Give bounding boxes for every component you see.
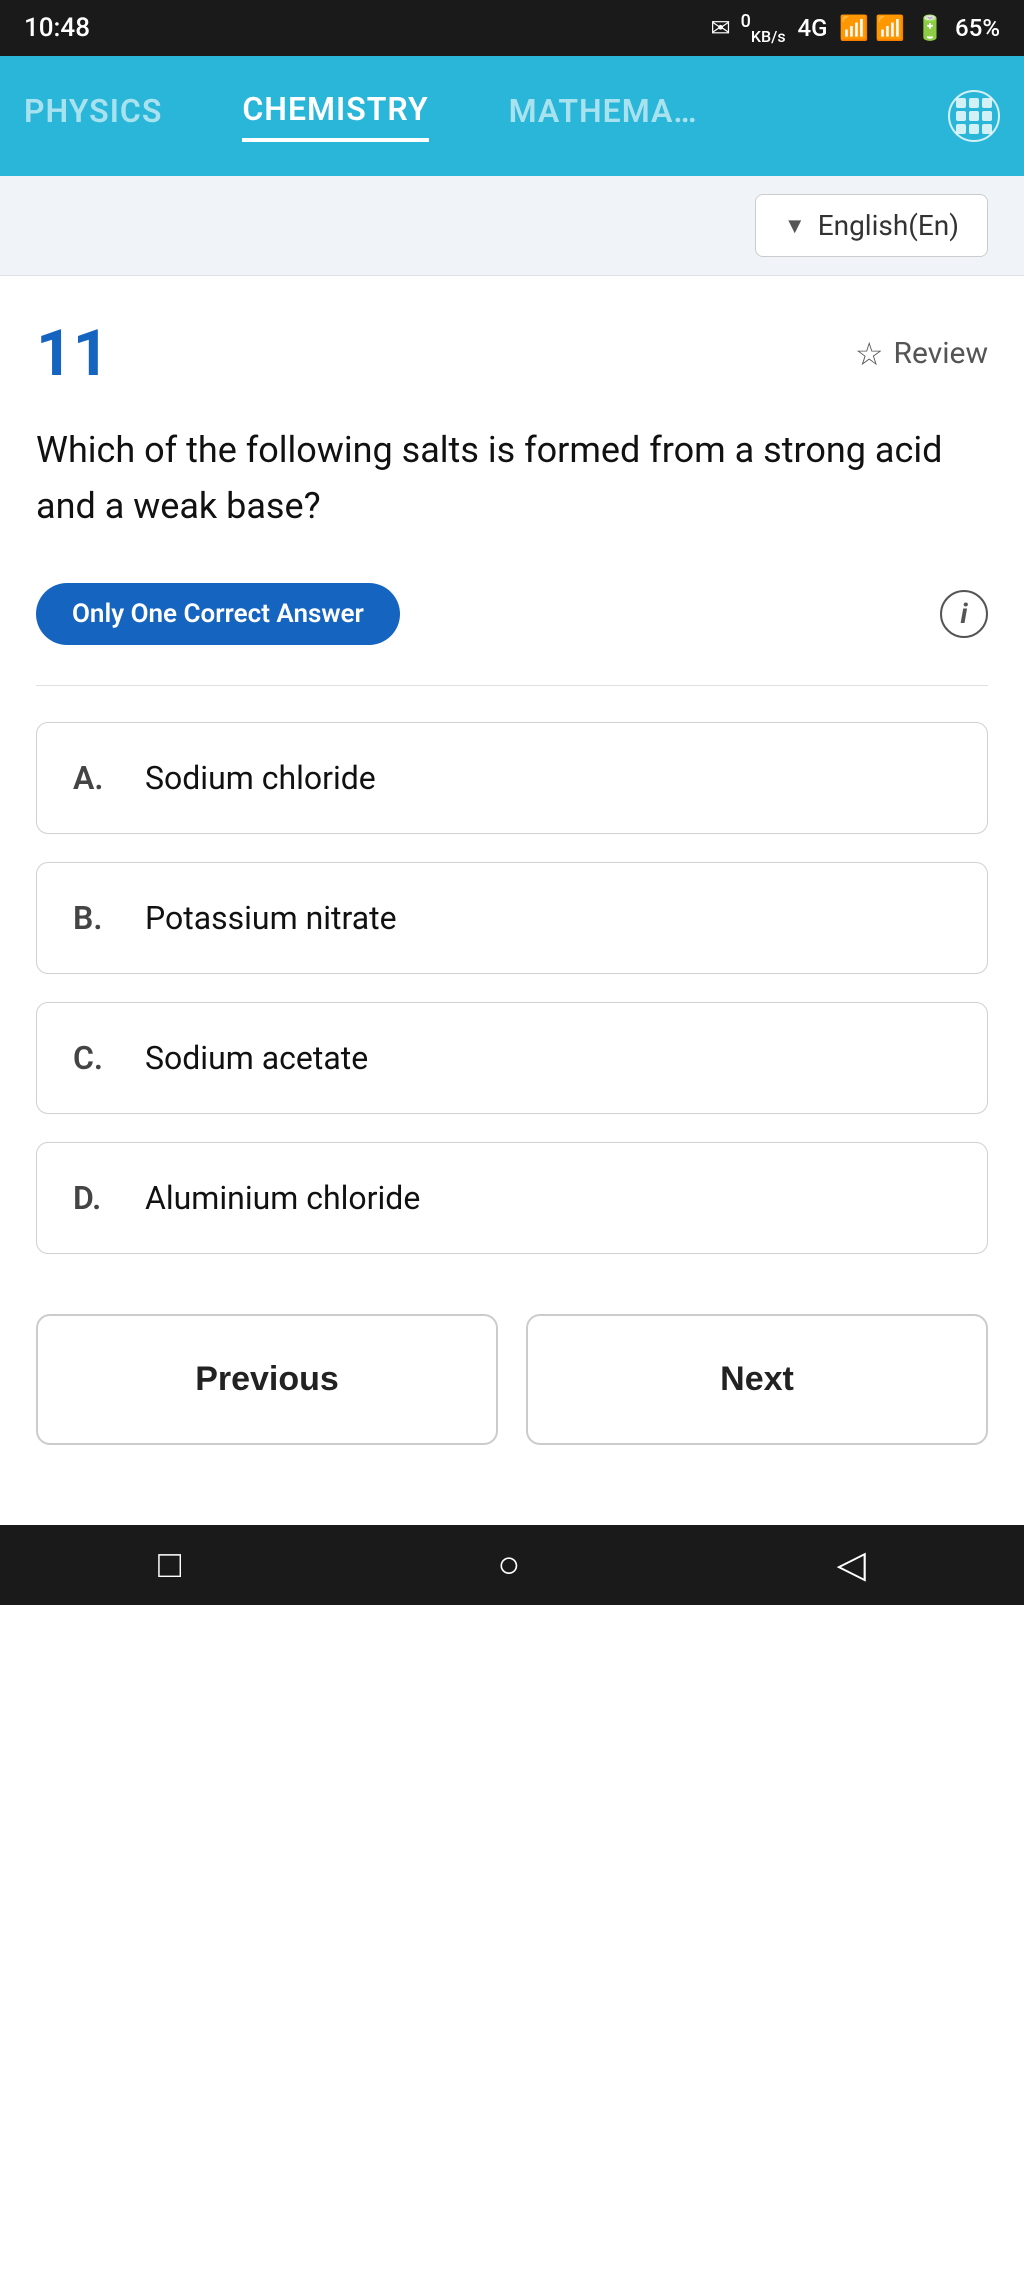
question-number: 11 (36, 316, 109, 391)
navigation-buttons: Previous Next (36, 1314, 988, 1485)
option-a[interactable]: A. Sodium chloride (36, 722, 988, 834)
option-d-text: Aluminium chloride (145, 1179, 420, 1217)
main-content: 11 ☆ Review Which of the following salts… (0, 276, 1024, 1525)
bottom-nav-bar: □ ○ ◁ (0, 1525, 1024, 1605)
option-b-text: Potassium nitrate (145, 899, 397, 937)
previous-button[interactable]: Previous (36, 1314, 498, 1445)
network-info: 0KB/s 4G 📶 📶 (741, 11, 906, 46)
back-triangle-icon[interactable]: ◁ (837, 1542, 866, 1587)
chevron-down-icon: ▼ (784, 213, 806, 239)
tab-physics[interactable]: PHYSICS (24, 92, 162, 140)
home-square-icon[interactable]: □ (158, 1543, 181, 1587)
section-divider (36, 685, 988, 686)
next-button[interactable]: Next (526, 1314, 988, 1445)
home-circle-icon[interactable]: ○ (497, 1543, 520, 1587)
option-d-label: D. (73, 1179, 109, 1217)
grid-dots (956, 98, 992, 134)
option-d[interactable]: D. Aluminium chloride (36, 1142, 988, 1254)
grid-menu-icon[interactable] (948, 90, 1000, 142)
option-b[interactable]: B. Potassium nitrate (36, 862, 988, 974)
battery-level: 65% (955, 14, 1000, 42)
status-bar: 10:48 ✉ 0KB/s 4G 📶 📶 🔋 65% (0, 0, 1024, 56)
review-button[interactable]: ☆ Review (855, 335, 988, 373)
battery-icon: 🔋 (915, 14, 945, 42)
answer-type-badge: Only One Correct Answer (36, 583, 400, 645)
review-label: Review (894, 336, 988, 371)
language-bar: ▼ English(En) (0, 176, 1024, 276)
tab-math[interactable]: MATHEMA… (509, 92, 698, 140)
mail-icon: ✉ (711, 14, 731, 42)
star-icon: ☆ (855, 335, 884, 373)
top-header: PHYSICS CHEMISTRY MATHEMA… (0, 56, 1024, 176)
status-right: ✉ 0KB/s 4G 📶 📶 🔋 65% (711, 11, 1000, 46)
option-c[interactable]: C. Sodium acetate (36, 1002, 988, 1114)
tab-chemistry[interactable]: CHEMISTRY (242, 90, 428, 142)
option-a-text: Sodium chloride (145, 759, 376, 797)
question-header: 11 ☆ Review (36, 316, 988, 391)
question-text: Which of the following salts is formed f… (36, 423, 988, 535)
language-label: English(En) (818, 209, 959, 242)
answer-type-row: Only One Correct Answer i (36, 583, 988, 645)
option-c-label: C. (73, 1039, 109, 1077)
option-b-label: B. (73, 899, 109, 937)
info-icon[interactable]: i (940, 590, 988, 638)
option-c-text: Sodium acetate (145, 1039, 368, 1077)
options-list: A. Sodium chloride B. Potassium nitrate … (36, 722, 988, 1254)
tab-bar: PHYSICS CHEMISTRY MATHEMA… (24, 90, 698, 142)
language-selector[interactable]: ▼ English(En) (755, 194, 988, 257)
option-a-label: A. (73, 759, 109, 797)
status-time: 10:48 (24, 13, 90, 43)
